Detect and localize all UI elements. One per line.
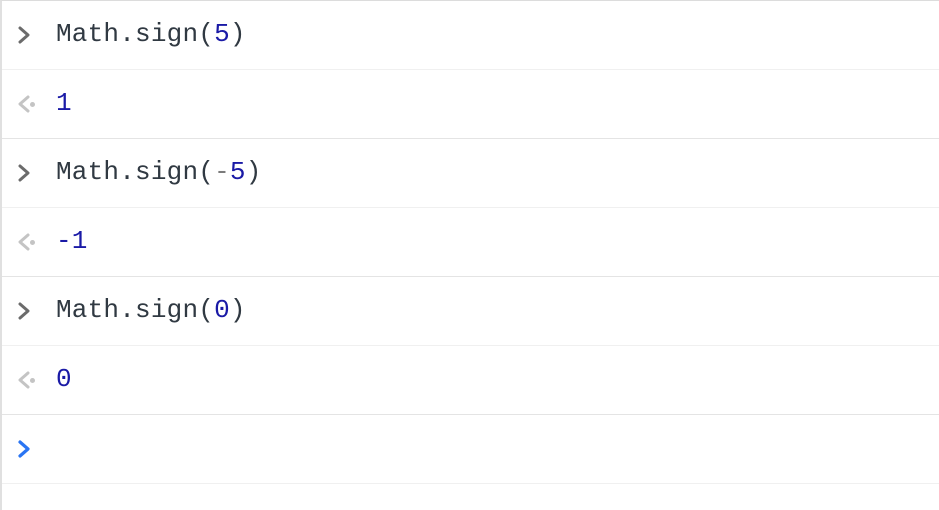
chevron-right-icon [16,163,56,183]
console-output-row: 1 [2,70,939,139]
console-output-value: 1 [56,88,929,119]
console-prompt-row[interactable] [2,415,939,484]
return-icon [16,94,56,114]
console-input-code: Math.sign(5) [56,19,929,50]
console-input-row: Math.sign(0) [2,277,939,346]
console-input-row: Math.sign(5) [2,1,939,70]
chevron-right-icon [16,25,56,45]
console-output-row: 0 [2,346,939,415]
console-output-value: -1 [56,226,929,257]
console-input-row: Math.sign(-5) [2,139,939,208]
console-input-code: Math.sign(0) [56,295,929,326]
console-panel: Math.sign(5) 1 Math.sign(-5) -1 [0,0,939,510]
console-output-value: 0 [56,364,929,395]
chevron-right-icon [16,439,56,459]
return-icon [16,232,56,252]
console-output-row: -1 [2,208,939,277]
return-icon [16,370,56,390]
chevron-right-icon [16,301,56,321]
console-input-code: Math.sign(-5) [56,157,929,188]
